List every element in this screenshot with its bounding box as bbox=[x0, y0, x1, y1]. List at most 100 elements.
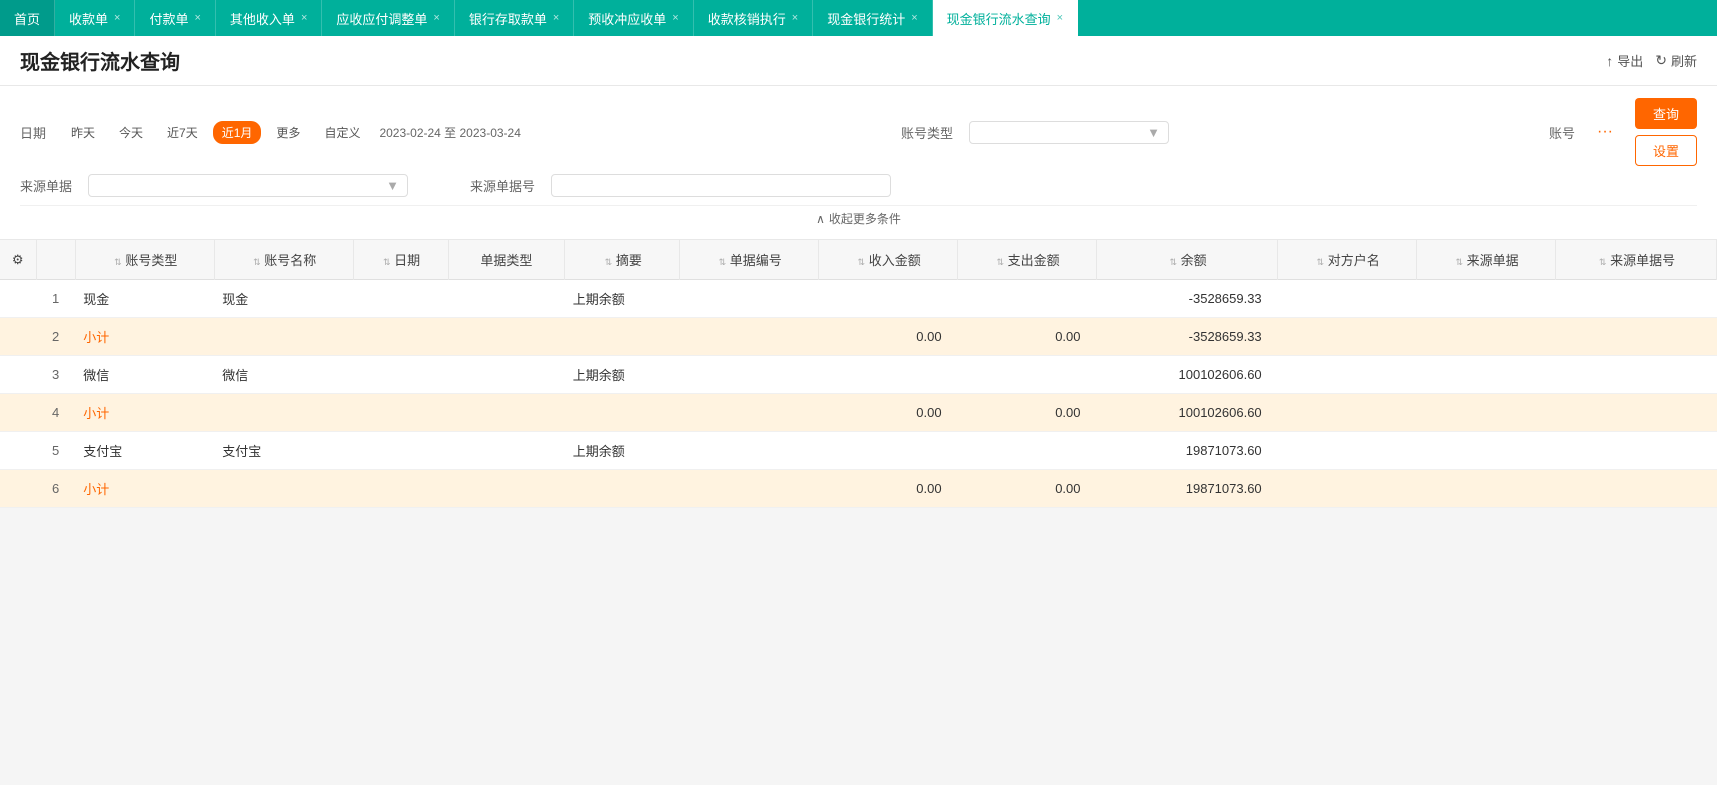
row-account-type: 小计 bbox=[75, 394, 214, 432]
close-icon[interactable]: × bbox=[792, 12, 798, 24]
gear-cell bbox=[0, 318, 36, 356]
source-doc-no-column-header[interactable]: ⇅ 来源单据号 bbox=[1556, 240, 1717, 280]
row-source-doc bbox=[1417, 470, 1556, 508]
close-icon[interactable]: × bbox=[301, 12, 307, 24]
row-source-doc bbox=[1417, 394, 1556, 432]
refresh-button[interactable]: ↻ 刷新 bbox=[1655, 51, 1697, 70]
row-source-doc-no bbox=[1556, 280, 1717, 318]
close-icon[interactable]: × bbox=[194, 12, 200, 24]
table-row: 4 小计 0.00 0.00 100102606.60 bbox=[0, 394, 1717, 432]
row-doc-no bbox=[680, 394, 819, 432]
nav-item-collection[interactable]: 收款核销执行 × bbox=[694, 0, 813, 36]
nav-item-stats[interactable]: 现金银行统计 × bbox=[813, 0, 932, 36]
nav-item-receipt[interactable]: 收款单 × bbox=[55, 0, 135, 36]
source-doc-no-input[interactable] bbox=[551, 174, 891, 197]
action-buttons: 查询 设置 bbox=[1635, 98, 1697, 166]
row-doc-no bbox=[680, 318, 819, 356]
row-source-doc-no bbox=[1556, 318, 1717, 356]
gear-icon[interactable]: ⚙ bbox=[12, 252, 24, 267]
nav-item-home[interactable]: 首页 bbox=[0, 0, 55, 36]
nav-item-flow-query[interactable]: 现金银行流水查询 × bbox=[933, 0, 1078, 36]
table-row: 2 小计 0.00 0.00 -3528659.33 bbox=[0, 318, 1717, 356]
date-btn-custom[interactable]: 自定义 bbox=[315, 121, 369, 144]
row-source-doc-no bbox=[1556, 394, 1717, 432]
row-doc-type bbox=[448, 432, 565, 470]
close-icon[interactable]: × bbox=[1057, 12, 1063, 24]
date-btn-yesterday[interactable]: 昨天 bbox=[62, 121, 104, 144]
account-type-select[interactable]: ▼ bbox=[969, 121, 1169, 144]
nav-item-other-income[interactable]: 其他收入单 × bbox=[216, 0, 322, 36]
row-source-doc bbox=[1417, 318, 1556, 356]
row-counterpart bbox=[1278, 432, 1417, 470]
close-icon[interactable]: × bbox=[114, 12, 120, 24]
gear-cell bbox=[0, 470, 36, 508]
top-navigation: 首页 收款单 × 付款单 × 其他收入单 × 应收应付调整单 × 银行存取款单 … bbox=[0, 0, 1717, 36]
summary-sort-icon: ⇅ bbox=[605, 257, 613, 268]
source-doc-select[interactable]: ▼ bbox=[88, 174, 408, 197]
account-name-sort-icon: ⇅ bbox=[253, 257, 261, 268]
account-type-column-header[interactable]: ⇅ 账号类型 bbox=[75, 240, 214, 280]
row-expense: 0.00 bbox=[958, 318, 1097, 356]
nav-label: 现金银行流水查询 bbox=[947, 9, 1051, 28]
row-expense bbox=[958, 280, 1097, 318]
account-type-label: 账号类型 bbox=[901, 123, 953, 142]
source-doc-sort-icon: ⇅ bbox=[1455, 257, 1463, 268]
row-summary bbox=[565, 470, 680, 508]
row-source-doc bbox=[1417, 280, 1556, 318]
nav-label: 其他收入单 bbox=[230, 9, 295, 28]
date-btn-today[interactable]: 今天 bbox=[110, 121, 152, 144]
nav-label: 预收冲应收单 bbox=[588, 9, 666, 28]
row-index: 2 bbox=[36, 318, 75, 356]
collapse-label: 收起更多条件 bbox=[829, 210, 901, 227]
export-label: 导出 bbox=[1617, 51, 1643, 70]
row-index: 6 bbox=[36, 470, 75, 508]
balance-column-header[interactable]: ⇅ 余额 bbox=[1097, 240, 1278, 280]
row-doc-type bbox=[448, 470, 565, 508]
row-expense bbox=[958, 356, 1097, 394]
gear-cell bbox=[0, 356, 36, 394]
collapse-bar[interactable]: ∧ 收起更多条件 bbox=[20, 205, 1697, 231]
summary-column-header[interactable]: ⇅ 摘要 bbox=[565, 240, 680, 280]
page-header: 现金银行流水查询 ↑ 导出 ↻ 刷新 bbox=[0, 36, 1717, 86]
doc-no-column-header[interactable]: ⇅ 单据编号 bbox=[680, 240, 819, 280]
table-row: 5 支付宝 支付宝 上期余额 19871073.60 bbox=[0, 432, 1717, 470]
row-balance: 19871073.60 bbox=[1097, 470, 1278, 508]
export-button[interactable]: ↑ 导出 bbox=[1606, 51, 1643, 70]
source-doc-column-header[interactable]: ⇅ 来源单据 bbox=[1417, 240, 1556, 280]
row-balance: 100102606.60 bbox=[1097, 394, 1278, 432]
date-range-display: 2023-02-24 至 2023-03-24 bbox=[379, 124, 520, 141]
expense-column-header[interactable]: ⇅ 支出金额 bbox=[958, 240, 1097, 280]
more-dots-icon[interactable]: ··· bbox=[1597, 123, 1613, 141]
setting-button[interactable]: 设置 bbox=[1635, 135, 1697, 166]
counterpart-column-header[interactable]: ⇅ 对方户名 bbox=[1278, 240, 1417, 280]
close-icon[interactable]: × bbox=[911, 12, 917, 24]
nav-item-payment[interactable]: 付款单 × bbox=[135, 0, 215, 36]
account-name-column-header[interactable]: ⇅ 账号名称 bbox=[214, 240, 353, 280]
nav-item-adjustment[interactable]: 应收应付调整单 × bbox=[322, 0, 454, 36]
date-column-header[interactable]: ⇅ 日期 bbox=[353, 240, 448, 280]
source-doc-no-label: 来源单据号 bbox=[470, 176, 535, 195]
nav-label: 现金银行统计 bbox=[827, 9, 905, 28]
query-button[interactable]: 查询 bbox=[1635, 98, 1697, 129]
account-type-sort-icon: ⇅ bbox=[114, 257, 122, 268]
income-column-header[interactable]: ⇅ 收入金额 bbox=[819, 240, 958, 280]
nav-item-prepaid[interactable]: 预收冲应收单 × bbox=[574, 0, 693, 36]
row-account-name bbox=[214, 318, 353, 356]
date-btn-more[interactable]: 更多 bbox=[267, 121, 309, 144]
close-icon[interactable]: × bbox=[553, 12, 559, 24]
row-doc-type bbox=[448, 394, 565, 432]
nav-label: 应收应付调整单 bbox=[336, 9, 427, 28]
row-date bbox=[353, 470, 448, 508]
table-row: 3 微信 微信 上期余额 100102606.60 bbox=[0, 356, 1717, 394]
row-account-name: 现金 bbox=[214, 280, 353, 318]
nav-item-bank-deposit[interactable]: 银行存取款单 × bbox=[455, 0, 574, 36]
row-account-type: 支付宝 bbox=[75, 432, 214, 470]
row-doc-no bbox=[680, 432, 819, 470]
date-btn-1month[interactable]: 近1月 bbox=[213, 121, 262, 144]
date-btn-7days[interactable]: 近7天 bbox=[158, 121, 207, 144]
close-icon[interactable]: × bbox=[433, 12, 439, 24]
gear-column-header[interactable]: ⚙ bbox=[0, 240, 36, 280]
row-balance: -3528659.33 bbox=[1097, 318, 1278, 356]
row-account-type: 微信 bbox=[75, 356, 214, 394]
close-icon[interactable]: × bbox=[672, 12, 678, 24]
